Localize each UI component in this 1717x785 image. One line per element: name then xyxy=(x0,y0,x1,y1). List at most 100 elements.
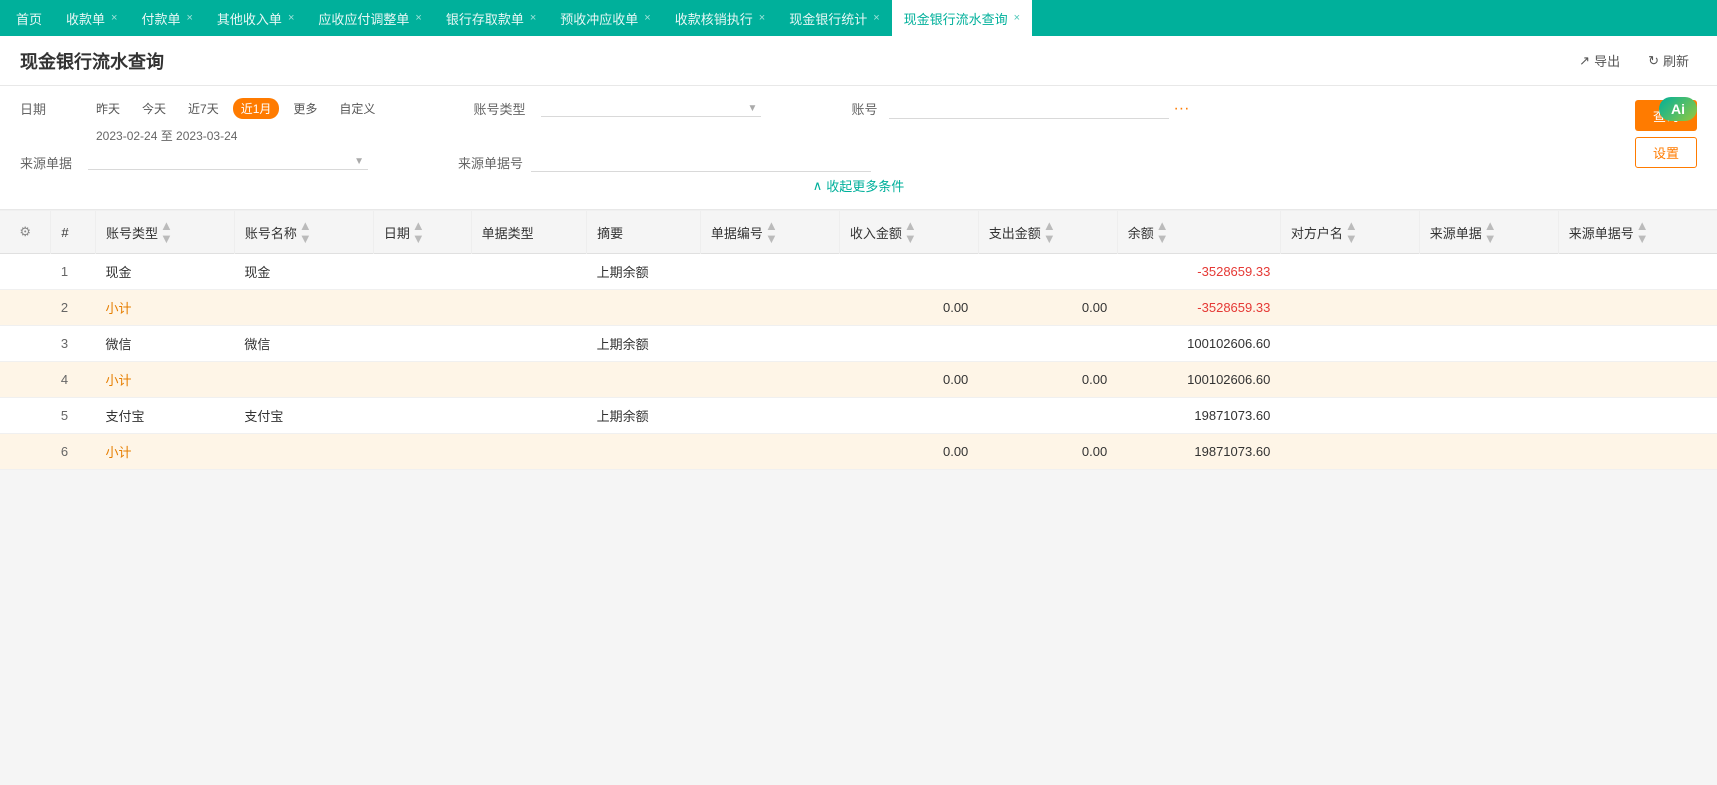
row-expense xyxy=(978,254,1117,290)
th-balance[interactable]: 余额 ▲▼ xyxy=(1117,211,1280,254)
row-gear xyxy=(0,434,51,470)
close-ar-ap-icon[interactable]: × xyxy=(415,12,421,24)
date-btn-more[interactable]: 更多 xyxy=(285,98,325,119)
th-settings[interactable]: ⚙ xyxy=(0,211,51,254)
row-source-doc-no xyxy=(1558,434,1717,470)
account-type-label: 账号类型 xyxy=(473,99,533,118)
close-cash-stat-icon[interactable]: × xyxy=(873,12,879,24)
date-filter-label: 日期 xyxy=(20,99,80,118)
row-counterpart xyxy=(1280,326,1419,362)
source-doc-chevron-icon: ▼ xyxy=(354,156,364,167)
row-expense xyxy=(978,326,1117,362)
th-doc-no[interactable]: 单据编号 ▲▼ xyxy=(700,211,839,254)
row-summary: 上期余额 xyxy=(587,398,701,434)
date-btn-today[interactable]: 今天 xyxy=(134,98,174,119)
date-btn-custom[interactable]: 自定义 xyxy=(331,98,383,119)
row-account-name: 微信 xyxy=(234,326,373,362)
row-counterpart xyxy=(1280,362,1419,398)
row-index: 5 xyxy=(51,398,96,434)
row-doc-type xyxy=(471,398,586,434)
nav-tab-home[interactable]: 首页 xyxy=(4,0,54,36)
row-doc-type xyxy=(471,254,586,290)
nav-cash-stat-label: 现金银行统计 xyxy=(789,9,867,28)
row-gear xyxy=(0,254,51,290)
date-range-display: 2023-02-24 至 2023-03-24 xyxy=(96,129,237,143)
th-index: # xyxy=(51,211,96,254)
filter-row-1: 日期 昨天 今天 近7天 近1月 更多 自定义 账号类型 ▼ xyxy=(20,98,1615,119)
close-other-income-icon[interactable]: × xyxy=(288,12,294,24)
th-counterpart[interactable]: 对方户名 ▲▼ xyxy=(1280,211,1419,254)
nav-tab-payment[interactable]: 付款单 × xyxy=(129,0,204,36)
close-prepay-icon[interactable]: × xyxy=(644,12,650,24)
row-source-doc xyxy=(1419,434,1558,470)
header-actions: ↗ 导出 ↻ 刷新 xyxy=(1571,47,1697,74)
row-doc-type xyxy=(471,362,586,398)
th-account-name[interactable]: 账号名称 ▲▼ xyxy=(234,211,373,254)
source-doc-select[interactable]: ▼ xyxy=(88,154,368,170)
row-income: 0.00 xyxy=(839,434,978,470)
close-receipt-icon[interactable]: × xyxy=(111,12,117,24)
nav-tab-ar-ap-adjust[interactable]: 应收应付调整单 × xyxy=(306,0,433,36)
table-row: 6 小计 0.00 0.00 19871073.60 xyxy=(0,434,1717,470)
account-input[interactable] xyxy=(889,99,1169,119)
setting-button[interactable]: 设置 xyxy=(1635,137,1697,168)
nav-tab-receipt[interactable]: 收款单 × xyxy=(54,0,129,36)
row-account-type: 小计 xyxy=(95,362,234,398)
nav-tab-cash-bank-flow[interactable]: 现金银行流水查询 × xyxy=(892,0,1032,36)
row-account-name xyxy=(234,290,373,326)
date-btn-yesterday[interactable]: 昨天 xyxy=(88,98,128,119)
collapse-chevron-icon: ∧ xyxy=(813,178,823,194)
row-gear xyxy=(0,326,51,362)
row-account-type: 支付宝 xyxy=(95,398,234,434)
refresh-icon: ↻ xyxy=(1648,53,1659,69)
source-doc-filter-group: 来源单据 ▼ xyxy=(20,153,368,172)
nav-other-income-label: 其他收入单 xyxy=(217,9,282,28)
row-expense xyxy=(978,398,1117,434)
nav-tab-prepay-offset[interactable]: 预收冲应收单 × xyxy=(548,0,662,36)
th-income[interactable]: 收入金额 ▲▼ xyxy=(839,211,978,254)
account-more-icon[interactable]: ··· xyxy=(1169,100,1193,118)
refresh-button[interactable]: ↻ 刷新 xyxy=(1640,47,1697,74)
row-income: 0.00 xyxy=(839,362,978,398)
row-account-type: 小计 xyxy=(95,290,234,326)
nav-tab-bank-deposit[interactable]: 银行存取款单 × xyxy=(434,0,548,36)
nav-bank-deposit-label: 银行存取款单 xyxy=(446,9,524,28)
th-source-doc-no[interactable]: 来源单据号 ▲▼ xyxy=(1558,211,1717,254)
nav-tab-write-off[interactable]: 收款核销执行 × xyxy=(663,0,777,36)
row-balance: 19871073.60 xyxy=(1117,434,1280,470)
nav-tab-other-income[interactable]: 其他收入单 × xyxy=(205,0,306,36)
row-doc-no xyxy=(700,362,839,398)
row-account-type: 微信 xyxy=(95,326,234,362)
row-counterpart xyxy=(1280,434,1419,470)
row-source-doc-no xyxy=(1558,362,1717,398)
close-cash-flow-icon[interactable]: × xyxy=(1014,12,1020,24)
nav-home-label: 首页 xyxy=(16,9,42,28)
th-date[interactable]: 日期 ▲▼ xyxy=(373,211,471,254)
row-expense: 0.00 xyxy=(978,362,1117,398)
date-btn-1month[interactable]: 近1月 xyxy=(233,98,280,119)
collapse-bar[interactable]: ∧ 收起更多条件 xyxy=(20,172,1697,197)
account-type-select[interactable]: ▼ xyxy=(541,101,761,117)
row-source-doc-no xyxy=(1558,290,1717,326)
row-source-doc xyxy=(1419,290,1558,326)
ai-badge[interactable]: Ai xyxy=(1659,97,1697,121)
export-button[interactable]: ↗ 导出 xyxy=(1571,47,1628,74)
date-btn-7days[interactable]: 近7天 xyxy=(180,98,227,119)
th-expense[interactable]: 支出金额 ▲▼ xyxy=(978,211,1117,254)
source-doc-num-input[interactable] xyxy=(531,152,871,172)
close-write-off-icon[interactable]: × xyxy=(759,12,765,24)
close-payment-icon[interactable]: × xyxy=(186,12,192,24)
table-row: 3 微信 微信 上期余额 100102606.60 xyxy=(0,326,1717,362)
row-gear xyxy=(0,290,51,326)
th-source-doc[interactable]: 来源单据 ▲▼ xyxy=(1419,211,1558,254)
row-source-doc xyxy=(1419,362,1558,398)
nav-prepay-label: 预收冲应收单 xyxy=(560,9,638,28)
th-account-type[interactable]: 账号类型 ▲▼ xyxy=(95,211,234,254)
row-source-doc xyxy=(1419,254,1558,290)
nav-tab-cash-bank-stat[interactable]: 现金银行统计 × xyxy=(777,0,891,36)
row-date xyxy=(373,326,471,362)
row-index: 2 xyxy=(51,290,96,326)
close-bank-deposit-icon[interactable]: × xyxy=(530,12,536,24)
row-source-doc xyxy=(1419,326,1558,362)
nav-write-off-label: 收款核销执行 xyxy=(675,9,753,28)
